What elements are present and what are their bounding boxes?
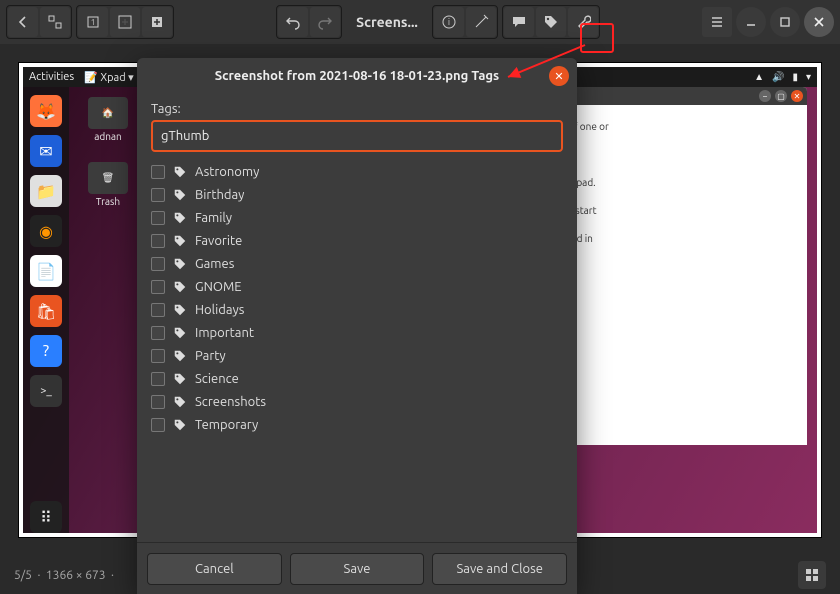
fit-button[interactable]: 1 (78, 7, 108, 37)
xpad-minimize-icon: – (759, 90, 771, 102)
tag-label: Screenshots (195, 395, 266, 409)
tag-icon (173, 349, 187, 363)
software-icon: 🛍 (30, 295, 62, 327)
tag-item[interactable]: Games (151, 252, 563, 275)
tag-icon (173, 257, 187, 271)
checkbox[interactable] (151, 280, 165, 294)
svg-text:i: i (448, 17, 450, 27)
power-icon: ▾ (806, 71, 811, 83)
tag-item[interactable]: Party (151, 344, 563, 367)
trash-folder: 🗑Trash (83, 162, 133, 207)
image-counter: 5/5 · 1366 × 673 · (14, 569, 114, 582)
maximize-button[interactable] (770, 7, 800, 37)
xpad-close-icon: ✕ (791, 90, 803, 102)
tag-icon (173, 303, 187, 317)
thumbnails-button[interactable] (798, 561, 826, 589)
tag-item[interactable]: GNOME (151, 275, 563, 298)
redo-button[interactable] (310, 7, 340, 37)
zoom-fit-button[interactable] (110, 7, 140, 37)
battery-icon: ▮ (792, 71, 798, 83)
checkbox[interactable] (151, 326, 165, 340)
fullscreen-button[interactable] (40, 7, 70, 37)
xpad-maximize-icon: ▢ (775, 90, 787, 102)
tag-item[interactable]: Birthday (151, 183, 563, 206)
checkbox[interactable] (151, 372, 165, 386)
tag-item[interactable]: Temporary (151, 413, 563, 436)
checkbox[interactable] (151, 234, 165, 248)
checkbox[interactable] (151, 395, 165, 409)
tag-label: Astronomy (195, 165, 259, 179)
menu-button[interactable] (702, 7, 732, 37)
main-toolbar: 1 Screens... i (0, 0, 840, 44)
close-button[interactable] (804, 7, 834, 37)
help-icon: ? (30, 335, 62, 367)
thunderbird-icon: ✉ (30, 135, 62, 167)
svg-text:1: 1 (91, 18, 96, 27)
back-button[interactable] (8, 7, 38, 37)
terminal-icon: >_ (30, 375, 62, 407)
tag-icon (173, 165, 187, 179)
tag-icon (173, 280, 187, 294)
tag-label: Temporary (195, 418, 258, 432)
tag-label: Family (195, 211, 232, 225)
tag-label: Games (195, 257, 234, 271)
apps-grid-icon: ⠿ (30, 501, 62, 533)
dialog-title: Screenshot from 2021-08-16 18-01-23.png … (215, 69, 499, 83)
tag-item[interactable]: Astronomy (151, 160, 563, 183)
volume-icon: 🔊 (772, 71, 784, 83)
tag-label: Party (195, 349, 226, 363)
tags-dialog: Screenshot from 2021-08-16 18-01-23.png … (137, 58, 577, 594)
undo-button[interactable] (278, 7, 308, 37)
checkbox[interactable] (151, 188, 165, 202)
tag-icon (173, 234, 187, 248)
tag-label: Favorite (195, 234, 242, 248)
checkbox[interactable] (151, 349, 165, 363)
checkbox[interactable] (151, 257, 165, 271)
tag-icon (173, 211, 187, 225)
tag-item[interactable]: Screenshots (151, 390, 563, 413)
tag-icon (173, 395, 187, 409)
edit-button[interactable] (466, 7, 496, 37)
tag-label: Holidays (195, 303, 244, 317)
files-icon: 📁 (30, 175, 62, 207)
comment-button[interactable] (504, 7, 534, 37)
home-folder: 🏠adnan (83, 97, 133, 142)
libreoffice-icon: 📄 (30, 255, 62, 287)
tag-icon (173, 418, 187, 432)
tags-button[interactable] (536, 7, 566, 37)
tag-label: Important (195, 326, 254, 340)
tag-item[interactable]: Family (151, 206, 563, 229)
tag-label: GNOME (195, 280, 242, 294)
tags-label: Tags: (151, 102, 563, 116)
tag-item[interactable]: Favorite (151, 229, 563, 252)
tag-input[interactable] (151, 120, 563, 152)
dialog-close-button[interactable]: ✕ (549, 66, 569, 86)
tag-item[interactable]: Science (151, 367, 563, 390)
cancel-button[interactable]: Cancel (147, 553, 282, 585)
window-title: Screens... (346, 14, 428, 30)
save-button[interactable]: Save (290, 553, 425, 585)
tag-icon (173, 188, 187, 202)
checkbox[interactable] (151, 165, 165, 179)
tag-label: Birthday (195, 188, 244, 202)
tag-item[interactable]: Holidays (151, 298, 563, 321)
tag-item[interactable]: Important (151, 321, 563, 344)
minimize-button[interactable] (736, 7, 766, 37)
tag-icon (173, 372, 187, 386)
tag-icon (173, 326, 187, 340)
checkbox[interactable] (151, 211, 165, 225)
tag-label: Science (195, 372, 239, 386)
network-icon: ▲ (754, 71, 764, 83)
save-close-button[interactable]: Save and Close (432, 553, 567, 585)
checkbox[interactable] (151, 303, 165, 317)
desktop-dock: 🦊 ✉ 📁 ◉ 📄 🛍 ? >_ ⠿ (23, 87, 69, 533)
rhythmbox-icon: ◉ (30, 215, 62, 247)
firefox-icon: 🦊 (30, 95, 62, 127)
tools-button[interactable] (568, 7, 598, 37)
zoom-in-button[interactable] (142, 7, 172, 37)
properties-button[interactable]: i (434, 7, 464, 37)
checkbox[interactable] (151, 418, 165, 432)
